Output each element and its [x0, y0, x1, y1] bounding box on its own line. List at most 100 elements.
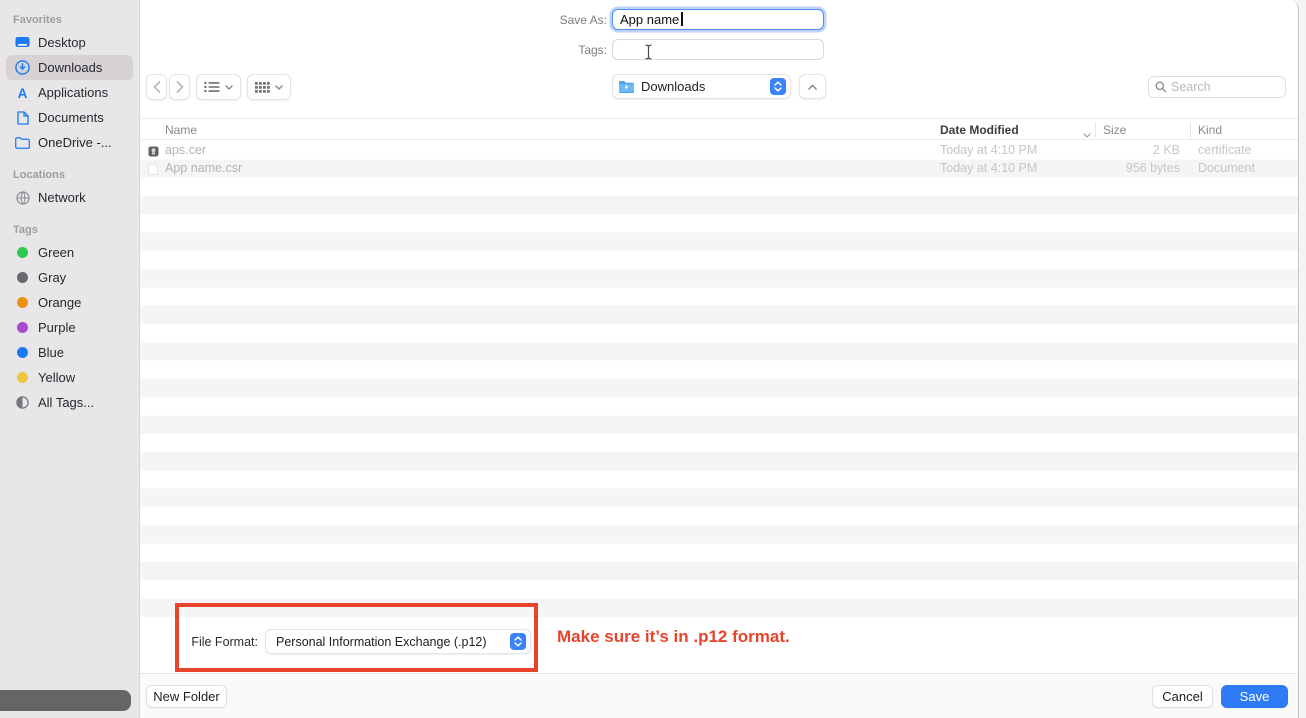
sidebar-item-label: Orange: [38, 295, 81, 310]
file-format-label: File Format:: [140, 635, 258, 649]
sidebar-item-documents[interactable]: Documents: [6, 105, 133, 130]
annotation-text: Make sure it’s in .p12 format.: [557, 627, 790, 647]
tag-dot-purple-icon: [17, 322, 28, 333]
text-caret: [681, 12, 683, 26]
cancel-button[interactable]: Cancel: [1152, 685, 1213, 708]
search-field[interactable]: [1148, 76, 1286, 98]
location-popup-button[interactable]: Downloads: [612, 74, 791, 99]
file-date-modified: Today at 4:10 PM: [940, 159, 1037, 177]
svg-text:A: A: [18, 86, 28, 100]
collapse-panel-button[interactable]: [799, 74, 826, 99]
file-name: aps.cer: [165, 141, 206, 159]
tags-label: Tags:: [470, 43, 607, 57]
sidebar-section-tags: Tags: [13, 224, 139, 236]
save-as-input[interactable]: [612, 9, 824, 30]
tag-dot-green-icon: [17, 247, 28, 258]
sidebar-item-label: Green: [38, 245, 74, 260]
document-file-icon: [148, 162, 158, 180]
dialog-footer: New Folder Cancel Save: [140, 673, 1299, 718]
background-window-edge: [0, 690, 131, 711]
forward-button[interactable]: [169, 74, 190, 100]
file-kind: certificate: [1198, 141, 1252, 159]
folder-icon: [14, 137, 31, 149]
sidebar-section-favorites: Favorites: [13, 14, 139, 26]
sidebar-item-label: All Tags...: [38, 395, 94, 410]
sidebar-item-label: Downloads: [38, 60, 102, 75]
sidebar-item-label: Documents: [38, 110, 104, 125]
column-header-date-modified[interactable]: Date Modified: [940, 123, 1019, 137]
column-divider: [1190, 122, 1191, 138]
downloads-folder-icon: [618, 80, 635, 93]
sidebar-item-downloads[interactable]: Downloads: [6, 55, 133, 80]
ibeam-cursor-icon: [644, 44, 653, 65]
stepper-icon: [770, 78, 786, 95]
new-folder-button[interactable]: New Folder: [146, 685, 227, 708]
sidebar-item-onedrive[interactable]: OneDrive -...: [6, 130, 133, 155]
tag-dot-gray-icon: [17, 272, 28, 283]
grid-view-icon: [255, 82, 270, 93]
tag-dot-blue-icon: [17, 347, 28, 358]
stepper-icon: [510, 633, 526, 650]
sidebar-item-label: Blue: [38, 345, 64, 360]
chevron-down-icon: [275, 85, 283, 90]
chevron-down-icon: [225, 85, 233, 90]
desktop-icon: [14, 36, 31, 49]
sidebar-item-tag-blue[interactable]: Blue: [6, 340, 133, 365]
sidebar-item-desktop[interactable]: Desktop: [6, 30, 133, 55]
sidebar-item-label: OneDrive -...: [38, 135, 112, 150]
dialog-main: Save As: Tags:: [140, 0, 1299, 718]
column-header-name[interactable]: Name: [165, 123, 197, 137]
back-button[interactable]: [146, 74, 167, 100]
list-view-button[interactable]: [196, 74, 241, 100]
sidebar-item-label: Yellow: [38, 370, 75, 385]
search-icon: [1155, 81, 1167, 93]
downloads-icon: [14, 60, 31, 75]
sidebar-item-tag-gray[interactable]: Gray: [6, 265, 133, 290]
screen: Favorites Desktop Downloads A Applicatio…: [0, 0, 1306, 718]
column-divider: [1095, 122, 1096, 138]
globe-icon: [14, 191, 31, 205]
table-header-row: Name Date Modified Size Kind: [140, 118, 1299, 140]
list-view-icon: [204, 81, 220, 93]
column-header-size[interactable]: Size: [1103, 123, 1126, 137]
sidebar-item-label: Purple: [38, 320, 76, 335]
all-tags-icon: [14, 396, 31, 409]
file-format-value: Personal Information Exchange (.p12): [266, 635, 510, 649]
sidebar-item-label: Network: [38, 190, 86, 205]
sidebar-item-tag-green[interactable]: Green: [6, 240, 133, 265]
file-date-modified: Today at 4:10 PM: [940, 141, 1037, 159]
file-size: 956 bytes: [1080, 159, 1180, 177]
save-as-label: Save As:: [470, 13, 607, 27]
sidebar-item-tag-yellow[interactable]: Yellow: [6, 365, 133, 390]
sidebar-item-label: Applications: [38, 85, 108, 100]
tag-dot-orange-icon: [17, 297, 28, 308]
tag-dot-yellow-icon: [17, 372, 28, 383]
file-row-app-name-csr: App name.csr Today at 4:10 PM 956 bytes …: [140, 159, 1299, 177]
file-size: 2 KB: [1080, 141, 1180, 159]
sidebar-item-applications[interactable]: A Applications: [6, 80, 133, 105]
save-button[interactable]: Save: [1221, 685, 1288, 708]
file-list: aps.cer Today at 4:10 PM 2 KB certificat…: [140, 141, 1299, 617]
sort-chevron-icon: [1083, 127, 1091, 141]
sidebar-item-tag-orange[interactable]: Orange: [6, 290, 133, 315]
sidebar-item-tag-purple[interactable]: Purple: [6, 315, 133, 340]
file-row-aps-cer: aps.cer Today at 4:10 PM 2 KB certificat…: [140, 141, 1299, 159]
sidebar-section-locations: Locations: [13, 169, 139, 181]
applications-icon: A: [14, 86, 31, 100]
search-input[interactable]: [1171, 80, 1271, 94]
document-icon: [14, 111, 31, 125]
chevron-right-icon: [176, 81, 184, 93]
sidebar-item-label: Gray: [38, 270, 66, 285]
location-popup-label: Downloads: [635, 79, 770, 94]
file-name: App name.csr: [165, 159, 242, 177]
nav-button-group: [146, 74, 190, 100]
sidebar-item-network[interactable]: Network: [6, 185, 133, 210]
column-header-kind[interactable]: Kind: [1198, 123, 1222, 137]
finder-sidebar: Favorites Desktop Downloads A Applicatio…: [0, 0, 140, 718]
save-dialog-window: Favorites Desktop Downloads A Applicatio…: [0, 0, 1299, 718]
icon-view-button[interactable]: [247, 74, 291, 100]
sidebar-item-all-tags[interactable]: All Tags...: [6, 390, 133, 415]
sidebar-item-label: Desktop: [38, 35, 86, 50]
file-kind: Document: [1198, 159, 1255, 177]
file-format-popup-button[interactable]: Personal Information Exchange (.p12): [265, 629, 531, 654]
